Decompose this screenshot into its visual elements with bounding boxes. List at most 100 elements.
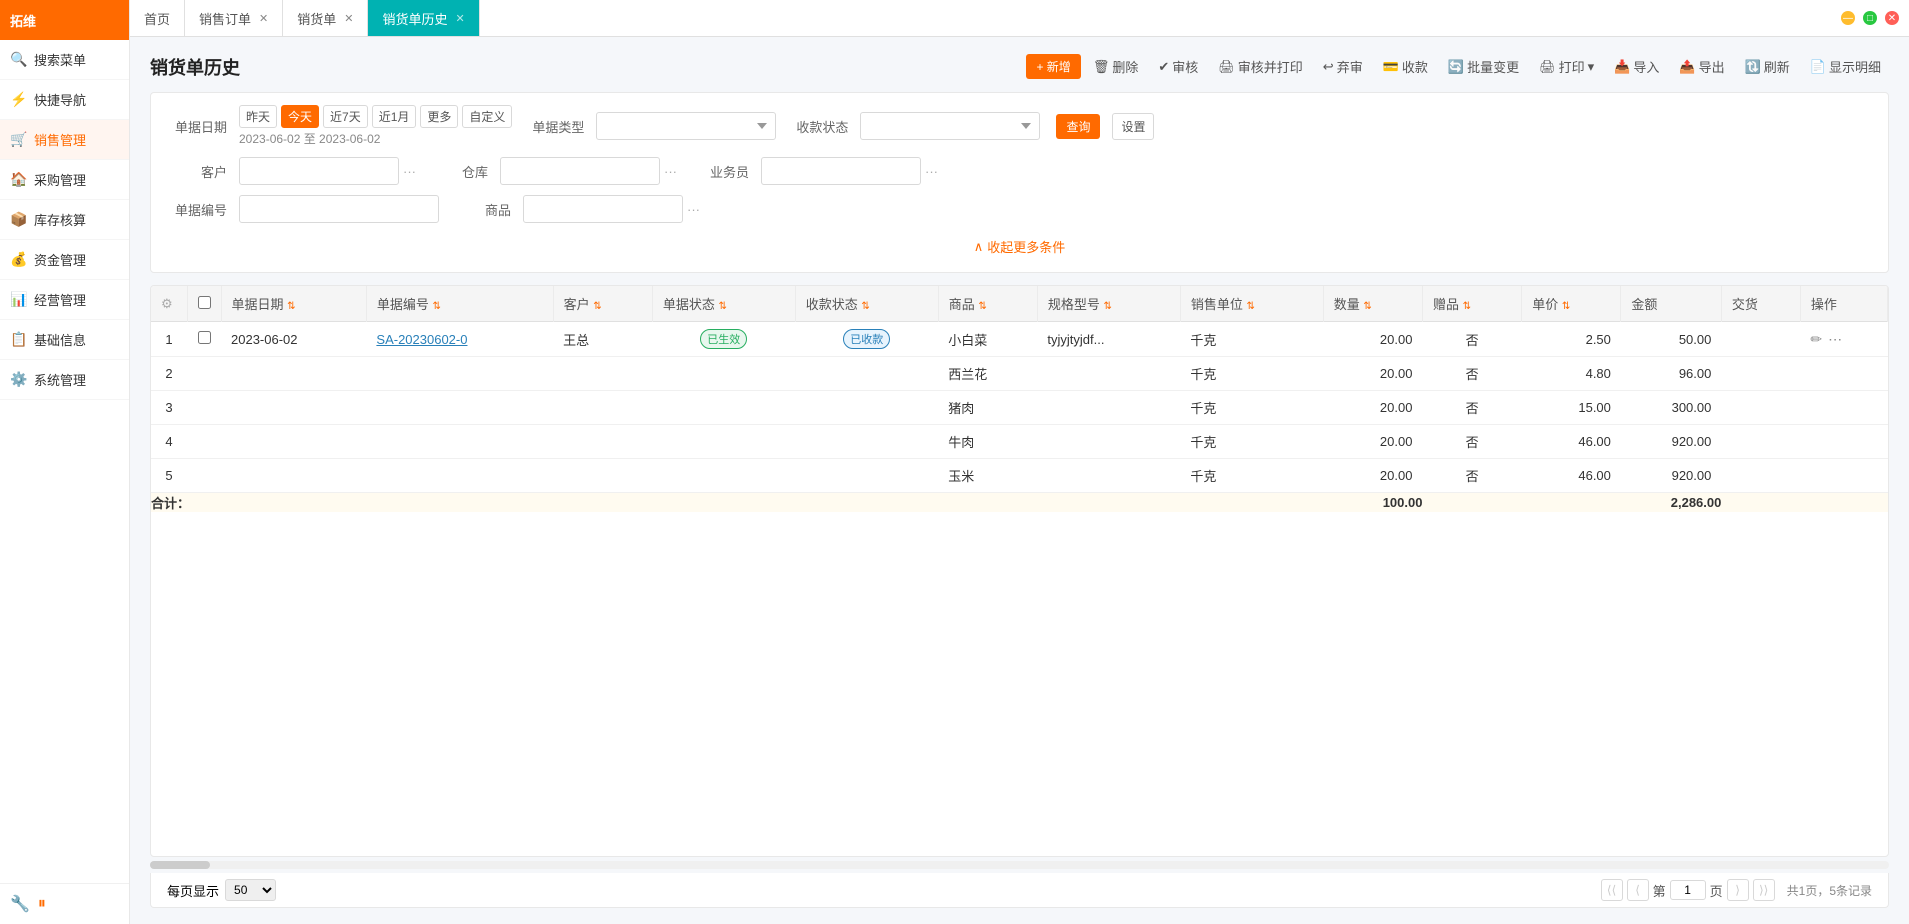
sidebar-item-inventory[interactable]: 📦 库存核算	[0, 200, 129, 240]
select-all-checkbox[interactable]	[198, 296, 211, 309]
tab-sales-order[interactable]: 销售订单 ✕	[185, 0, 283, 36]
audit-print-button[interactable]: 🖨 审核并打印	[1210, 53, 1311, 80]
window-close[interactable]: ✕	[1885, 11, 1899, 25]
sort-spec[interactable]: ⇅	[1104, 301, 1112, 312]
window-minimize[interactable]: —	[1841, 11, 1855, 25]
sort-doc-status[interactable]: ⇅	[718, 301, 726, 312]
sort-customer[interactable]: ⇅	[593, 301, 601, 312]
th-pay-status[interactable]: 收款状态 ⇅	[795, 286, 938, 322]
tab-close-sales-history[interactable]: ✕	[456, 12, 465, 25]
sort-pay-status[interactable]: ⇅	[861, 301, 869, 312]
sidebar-item-sales[interactable]: 🛒 销售管理	[0, 120, 129, 160]
new-button[interactable]: + 新增	[1026, 54, 1080, 79]
warehouse-input[interactable]	[500, 157, 660, 185]
page-prev-btn[interactable]: ⟨	[1627, 879, 1649, 901]
sidebar-item-operation[interactable]: 📊 经营管理	[0, 280, 129, 320]
staff-dots[interactable]: ···	[925, 164, 938, 179]
goods-input[interactable]	[523, 195, 683, 223]
settings-bottom-icon[interactable]: 🔧	[10, 894, 30, 914]
page-size-select[interactable]: 50 100 200	[225, 879, 276, 901]
cell-check-2[interactable]	[187, 391, 221, 425]
page-first-btn[interactable]: ⟨⟨	[1601, 879, 1623, 901]
staff-input[interactable]	[761, 157, 921, 185]
th-goods[interactable]: 商品 ⇅	[938, 286, 1037, 322]
page-next-btn[interactable]: ⟩	[1727, 879, 1749, 901]
sort-goods[interactable]: ⇅	[978, 301, 986, 312]
type-select[interactable]	[596, 112, 776, 140]
cell-check-4[interactable]	[187, 459, 221, 493]
sidebar-item-quicknav[interactable]: ⚡ 快捷导航	[0, 80, 129, 120]
tab-home[interactable]: 首页	[130, 0, 185, 36]
batch-change-button[interactable]: 🔄 批量变更	[1440, 53, 1527, 80]
page-last-btn[interactable]: ⟩⟩	[1753, 879, 1775, 901]
date-btn-custom[interactable]: 自定义	[462, 105, 512, 128]
th-doc-status[interactable]: 单据状态 ⇅	[652, 286, 795, 322]
tab-sales-history[interactable]: 销货单历史 ✕	[368, 0, 479, 36]
window-maximize[interactable]: □	[1863, 11, 1877, 25]
doc-no-link[interactable]: SA-20230602-0	[376, 332, 467, 347]
import-button[interactable]: 📥 导入	[1606, 53, 1667, 80]
sidebar-item-finance[interactable]: 💰 资金管理	[0, 240, 129, 280]
cell-check-0[interactable]	[187, 322, 221, 357]
horizontal-scrollbar[interactable]	[150, 861, 1889, 869]
more-icon[interactable]: ⋯	[1828, 331, 1842, 348]
sort-doc-no[interactable]: ⇅	[433, 301, 441, 312]
th-amount[interactable]: 金额	[1621, 286, 1721, 322]
pause-icon[interactable]: ⏸	[38, 895, 46, 913]
tab-sales-delivery[interactable]: 销货单 ✕	[283, 0, 368, 36]
th-unit[interactable]: 销售单位 ⇅	[1180, 286, 1323, 322]
date-btn-more[interactable]: 更多	[420, 105, 458, 128]
cell-check-3[interactable]	[187, 425, 221, 459]
sidebar-item-basicinfo[interactable]: 📋 基础信息	[0, 320, 129, 360]
th-trade[interactable]: 交货	[1721, 286, 1800, 322]
cell-check-1[interactable]	[187, 357, 221, 391]
th-price[interactable]: 单价 ⇅	[1522, 286, 1621, 322]
page-number-input[interactable]	[1670, 880, 1706, 900]
tab-close-sales-delivery[interactable]: ✕	[344, 12, 353, 25]
sort-unit[interactable]: ⇅	[1246, 301, 1254, 312]
sort-price[interactable]: ⇅	[1562, 301, 1570, 312]
th-qty[interactable]: 数量 ⇅	[1323, 286, 1422, 322]
row-checkbox[interactable]	[198, 331, 211, 344]
th-doc-date[interactable]: 单据日期 ⇅	[221, 286, 366, 322]
goods-dots[interactable]: ···	[687, 202, 700, 217]
tab-close-sales-order[interactable]: ✕	[259, 12, 268, 25]
scrollbar-thumb[interactable]	[150, 861, 210, 869]
docno-input[interactable]	[239, 195, 439, 223]
gear-icon[interactable]: ⚙	[161, 296, 173, 311]
sidebar-item-search[interactable]: 🔍 搜索菜单	[0, 40, 129, 80]
date-btn-today[interactable]: 今天	[281, 105, 319, 128]
customer-input[interactable]	[239, 157, 399, 185]
th-customer[interactable]: 客户 ⇅	[553, 286, 652, 322]
export-button[interactable]: 📤 导出	[1671, 53, 1732, 80]
warehouse-dots[interactable]: ···	[664, 164, 677, 179]
sidebar-item-purchase[interactable]: 🏠 采购管理	[0, 160, 129, 200]
th-spec[interactable]: 规格型号 ⇅	[1037, 286, 1180, 322]
refresh-button[interactable]: 🔃 刷新	[1737, 53, 1798, 80]
query-button[interactable]: 查询	[1056, 114, 1100, 139]
settings-button[interactable]: 设置	[1112, 113, 1154, 140]
date-btn-yesterday[interactable]: 昨天	[239, 105, 277, 128]
sort-gift[interactable]: ⇅	[1463, 301, 1471, 312]
cell-docno-0[interactable]: SA-20230602-0	[366, 322, 553, 357]
pay-status-select[interactable]	[860, 112, 1040, 140]
print-button[interactable]: 🖨 打印 ▾	[1531, 53, 1602, 80]
th-doc-no-label: 单据编号	[377, 297, 429, 312]
customer-dots[interactable]: ···	[403, 164, 416, 179]
th-doc-no[interactable]: 单据编号 ⇅	[366, 286, 553, 322]
th-check[interactable]	[187, 286, 221, 322]
th-gift[interactable]: 赠品 ⇅	[1422, 286, 1521, 322]
th-gear[interactable]: ⚙	[151, 286, 187, 322]
date-btn-1month[interactable]: 近1月	[372, 105, 417, 128]
show-detail-button[interactable]: 📄 显示明细	[1802, 53, 1889, 80]
sort-qty[interactable]: ⇅	[1363, 301, 1371, 312]
delete-button[interactable]: 🗑 删除	[1085, 53, 1147, 80]
edit-icon[interactable]: ✏	[1810, 331, 1822, 348]
sort-doc-date[interactable]: ⇅	[287, 301, 295, 312]
collect-button[interactable]: 💳 收款	[1375, 53, 1436, 80]
date-btn-7days[interactable]: 近7天	[323, 105, 368, 128]
audit-button[interactable]: ✔ 审核	[1150, 53, 1206, 80]
collapse-button[interactable]: ∧ 收起更多条件	[167, 233, 1872, 260]
sidebar-item-sysmgmt[interactable]: ⚙️ 系统管理	[0, 360, 129, 400]
discard-button[interactable]: ↩ 弃审	[1315, 53, 1371, 80]
